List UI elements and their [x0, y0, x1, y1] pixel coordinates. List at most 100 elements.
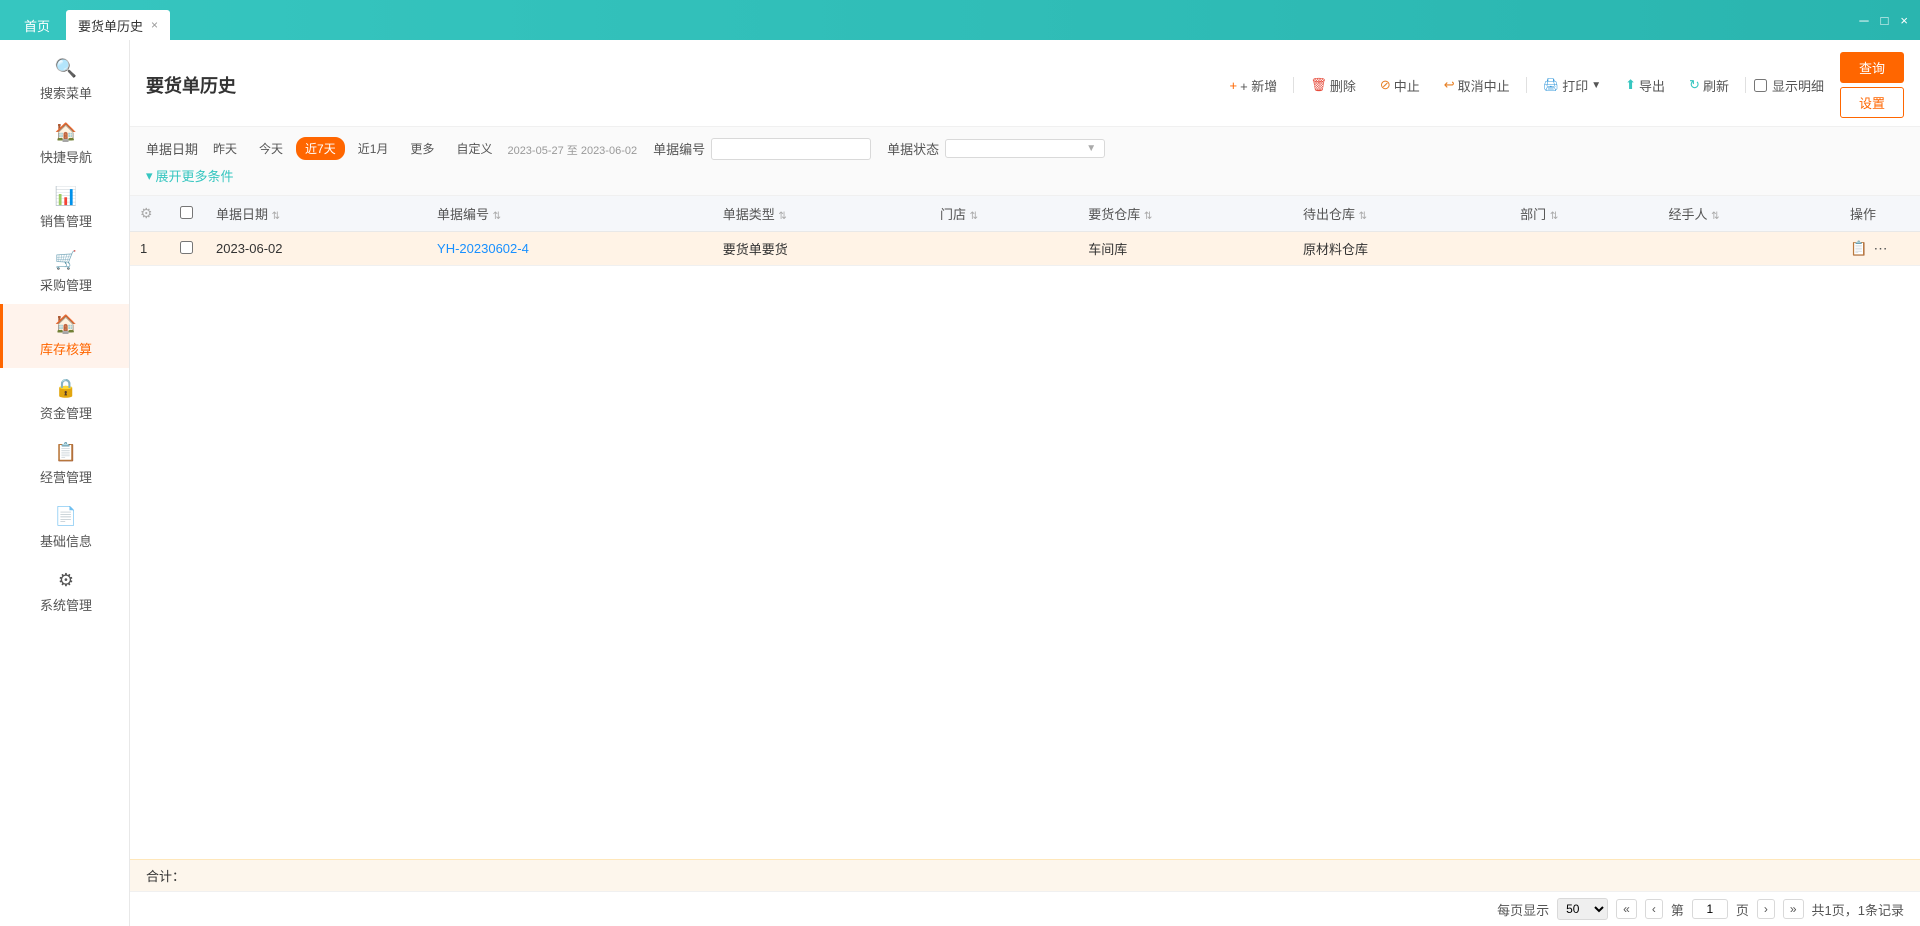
finance-icon: 🔒 — [55, 378, 77, 399]
sidebar-item-operations-label: 经营管理 — [40, 467, 92, 486]
page-size-select[interactable]: 50 100 200 — [1557, 898, 1608, 920]
tab-close-icon[interactable]: × — [151, 18, 158, 32]
delete-button[interactable]: 🗑 删除 — [1302, 72, 1364, 99]
col-dept-sort-icon[interactable]: ⇅ — [1550, 211, 1558, 222]
col-order-type-label: 单据类型 — [723, 207, 775, 222]
sidebar-item-quick-nav-label: 快捷导航 — [40, 147, 92, 166]
cell-pending-warehouse: 原材料仓库 — [1293, 232, 1510, 266]
col-pending-warehouse-sort-icon[interactable]: ⇅ — [1359, 211, 1367, 222]
window-close-icon[interactable]: × — [1900, 13, 1908, 28]
settings-button[interactable]: 设置 — [1840, 87, 1904, 118]
order-no-link[interactable]: YH-20230602-4 — [437, 241, 529, 256]
sidebar-item-search-menu[interactable]: 🔍 搜索菜单 — [0, 48, 129, 112]
page-number-input[interactable] — [1692, 899, 1728, 919]
filter-bar: 单据日期 昨天 今天 近7天 近1月 更多 自定义 2023-05-27 至 2… — [130, 127, 1920, 196]
sidebar-item-quick-nav[interactable]: 🏠 快捷导航 — [0, 112, 129, 176]
purchase-icon: 🛒 — [55, 250, 77, 271]
row-action-icons: 📋 ⋯ — [1850, 240, 1910, 257]
date-btn-more[interactable]: 更多 — [401, 137, 443, 160]
query-button[interactable]: 查询 — [1840, 52, 1904, 83]
delete-label: 删除 — [1330, 76, 1356, 95]
tab-active-label: 要货单历史 — [78, 16, 143, 35]
col-store: 门店 ⇅ — [930, 196, 1078, 232]
row-edit-icon[interactable]: 📋 — [1850, 240, 1867, 257]
date-range-text: 2023-05-27 至 2023-06-02 — [507, 142, 637, 158]
window-minimize-icon[interactable]: ─ — [1859, 13, 1868, 28]
first-page-button[interactable]: « — [1616, 899, 1637, 919]
cell-req-warehouse: 车间库 — [1078, 232, 1293, 266]
cancel-stop-label: 取消中止 — [1458, 76, 1510, 95]
date-btn-1month[interactable]: 近1月 — [349, 137, 398, 160]
filter-status: 单据状态 ▼ — [887, 139, 1105, 158]
sidebar-item-sales[interactable]: 📊 销售管理 — [0, 176, 129, 240]
table-select-all-checkbox[interactable] — [180, 206, 193, 219]
top-bar-right: ─ □ × — [1859, 13, 1908, 28]
sidebar-item-system[interactable]: ⚙ 系统管理 — [0, 560, 129, 624]
next-page-button[interactable]: › — [1757, 899, 1775, 919]
table-row: 1 2023-06-02 YH-20230602-4 要货单要货 车间库 原材料… — [130, 232, 1920, 266]
filter-order-no-input[interactable] — [711, 138, 871, 160]
col-order-no-label: 单据编号 — [437, 207, 489, 222]
date-btn-yesterday[interactable]: 昨天 — [204, 137, 246, 160]
add-label: + 新增 — [1240, 76, 1277, 95]
col-order-no-sort-icon[interactable]: ⇅ — [493, 211, 501, 222]
print-button[interactable]: 🖨 打印 ▼ — [1535, 72, 1609, 99]
sidebar-item-purchase[interactable]: 🛒 采购管理 — [0, 240, 129, 304]
print-label: 打印 — [1562, 76, 1588, 95]
cancel-stop-button[interactable]: ↩ 取消中止 — [1436, 72, 1518, 99]
tab-active[interactable]: 要货单历史 × — [66, 10, 170, 40]
expand-more-btn[interactable]: ▾ 展开更多条件 — [146, 166, 1904, 185]
display-detail-label[interactable]: 显示明细 — [1754, 76, 1824, 95]
export-button[interactable]: ⬆ 导出 — [1617, 72, 1673, 99]
stop-icon: ⊘ — [1380, 77, 1391, 93]
footer-total-label: 合计： — [146, 869, 185, 884]
page-size-label: 每页显示 — [1497, 900, 1549, 919]
row-checkbox[interactable] — [180, 241, 193, 254]
col-order-type: 单据类型 ⇅ — [713, 196, 930, 232]
display-detail-checkbox[interactable] — [1754, 79, 1767, 92]
chevron-down-icon: ▾ — [146, 168, 153, 184]
col-actions: 操作 — [1840, 196, 1920, 232]
col-date: 单据日期 ⇅ — [206, 196, 427, 232]
stop-button[interactable]: ⊘ 中止 — [1372, 72, 1428, 99]
sidebar-item-operations[interactable]: 📋 经营管理 — [0, 432, 129, 496]
cell-actions: 📋 ⋯ — [1840, 232, 1920, 266]
sidebar: 🔍 搜索菜单 🏠 快捷导航 📊 销售管理 🛒 采购管理 🏠 库存核算 🔒 资金管… — [0, 40, 130, 926]
tab-home[interactable]: 首页 — [12, 10, 62, 40]
separator-2 — [1526, 77, 1527, 93]
date-btn-custom[interactable]: 自定义 — [447, 137, 501, 160]
sidebar-item-basic-info[interactable]: 📄 基础信息 — [0, 496, 129, 560]
prev-page-button[interactable]: ‹ — [1645, 899, 1663, 919]
col-handler-sort-icon[interactable]: ⇅ — [1711, 211, 1719, 222]
sidebar-item-finance[interactable]: 🔒 资金管理 — [0, 368, 129, 432]
date-btn-7days[interactable]: 近7天 — [296, 137, 345, 160]
col-store-sort-icon[interactable]: ⇅ — [970, 211, 978, 222]
cell-dept — [1510, 232, 1658, 266]
add-button[interactable]: + + 新增 — [1222, 72, 1286, 99]
inventory-icon: 🏠 — [55, 314, 77, 335]
col-date-sort-icon[interactable]: ⇅ — [272, 211, 280, 222]
col-req-warehouse-sort-icon[interactable]: ⇅ — [1144, 211, 1152, 222]
filter-status-select[interactable]: ▼ — [945, 139, 1105, 158]
window-maximize-icon[interactable]: □ — [1881, 13, 1889, 28]
col-order-type-sort-icon[interactable]: ⇅ — [778, 211, 786, 222]
filter-row: 单据日期 昨天 今天 近7天 近1月 更多 自定义 2023-05-27 至 2… — [146, 137, 1904, 160]
filter-date-label: 单据日期 — [146, 139, 198, 158]
refresh-button[interactable]: ↻ 刷新 — [1681, 72, 1737, 99]
print-dropdown-icon: ▼ — [1591, 80, 1601, 91]
delete-icon: 🗑 — [1310, 77, 1327, 93]
row-more-icon[interactable]: ⋯ — [1873, 240, 1887, 257]
cell-order-no: YH-20230602-4 — [427, 232, 713, 266]
col-settings: ⚙ — [130, 196, 170, 232]
date-btn-today[interactable]: 今天 — [250, 137, 292, 160]
sales-icon: 📊 — [55, 186, 77, 207]
filter-date: 单据日期 昨天 今天 近7天 近1月 更多 自定义 2023-05-27 至 2… — [146, 137, 637, 160]
last-page-button[interactable]: » — [1783, 899, 1804, 919]
col-pending-warehouse: 待出仓库 ⇅ — [1293, 196, 1510, 232]
cell-index: 1 — [130, 232, 170, 266]
separator-1 — [1293, 77, 1294, 93]
page-unit: 页 — [1736, 900, 1749, 919]
sidebar-item-inventory[interactable]: 🏠 库存核算 — [0, 304, 129, 368]
table-settings-icon[interactable]: ⚙ — [140, 205, 153, 221]
header-actions: + + 新增 🗑 删除 ⊘ 中止 ↩ 取消中止 🖨 — [1222, 52, 1905, 118]
